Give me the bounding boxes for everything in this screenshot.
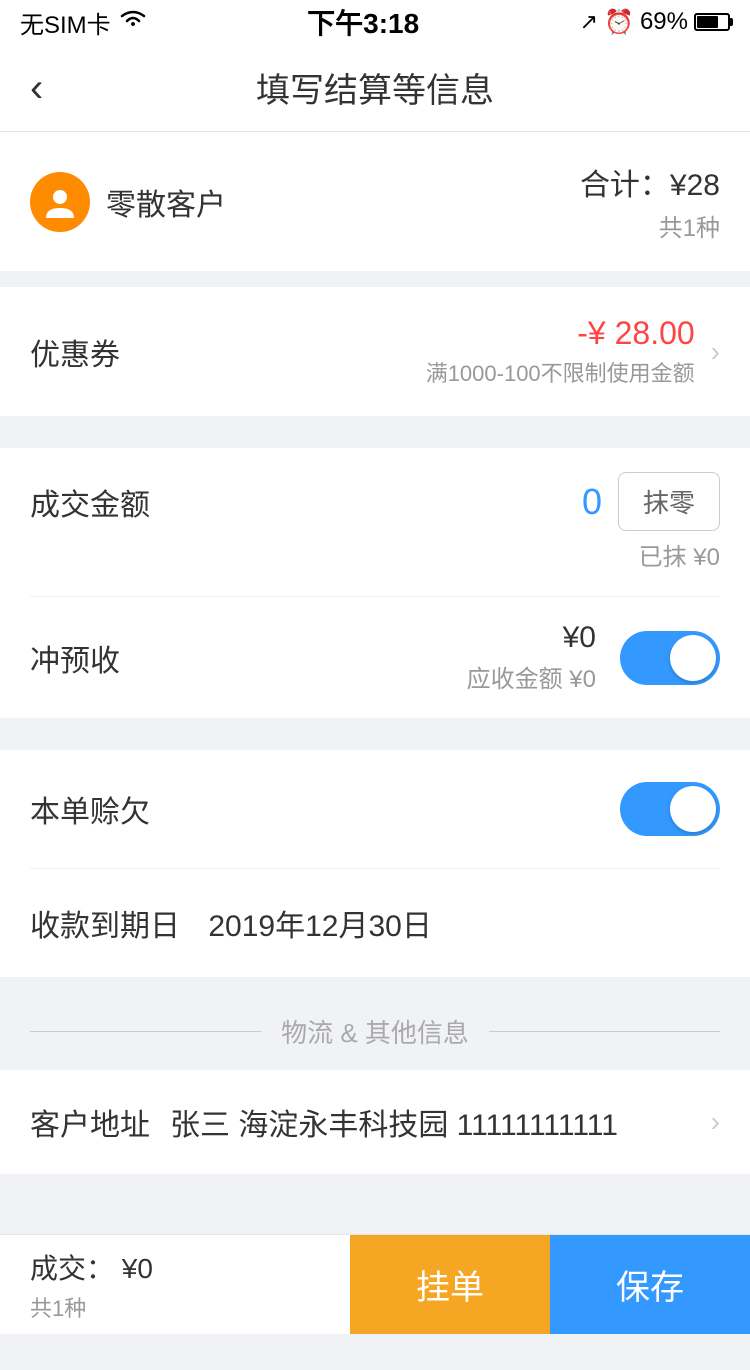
credit-label: 本单赊欠	[30, 787, 150, 831]
bottom-deal: 成交： ¥0	[30, 1247, 320, 1287]
credit-card: 本单赊欠 收款到期日 2019年12月30日	[0, 750, 750, 977]
customer-right: 合计：¥28 共1种	[580, 160, 720, 243]
battery-percent: 69%	[640, 8, 688, 36]
prepay-receivable: 应收金额 ¥0	[120, 659, 596, 694]
prepay-toggle[interactable]	[620, 631, 720, 685]
prepay-amount: ¥0	[120, 621, 596, 655]
logistics-line-left	[30, 1031, 261, 1032]
logistics-line-right	[489, 1031, 720, 1032]
total-amount: 合计：¥28	[580, 160, 720, 204]
credit-toggle-knob	[670, 786, 716, 832]
section-divider-2	[0, 734, 750, 750]
amount-top: 成交金额 0 抹零	[30, 472, 720, 531]
logistics-label: 物流 & 其他信息	[281, 1013, 469, 1050]
transaction-value[interactable]: 0	[582, 481, 602, 523]
due-date-label: 收款到期日	[30, 910, 180, 943]
address-row[interactable]: 客户地址 张三 海淀永丰科技园 11111111111 ›	[0, 1070, 750, 1174]
wifi-icon	[119, 8, 147, 37]
status-bar: 无SIM卡 下午3:18 ↗ ⏰ 69%	[0, 0, 750, 44]
status-left: 无SIM卡	[20, 5, 147, 40]
bottom-deal-amount: ¥0	[122, 1253, 153, 1284]
carrier-label: 无SIM卡	[20, 5, 111, 40]
transaction-label: 成交金额	[30, 480, 150, 524]
avatar	[30, 172, 90, 232]
coupon-right: -¥ 28.00 满1000-100不限制使用金额 ›	[426, 315, 720, 388]
due-date-value: 2019年12月30日	[208, 910, 431, 943]
save-button[interactable]: 保存	[550, 1235, 750, 1334]
alarm-icon: ⏰	[604, 8, 634, 37]
coupon-label: 优惠券	[30, 330, 120, 374]
back-button[interactable]: ‹	[30, 68, 43, 108]
hold-button[interactable]: 挂单	[350, 1235, 550, 1334]
coupon-amount: -¥ 28.00	[426, 315, 695, 352]
customer-name: 零散客户	[106, 180, 226, 224]
coupon-desc: 满1000-100不限制使用金额	[426, 356, 695, 388]
section-divider-1	[0, 432, 750, 448]
total-count: 共1种	[580, 208, 720, 243]
nav-bar: ‹ 填写结算等信息	[0, 44, 750, 132]
amount-sub: 已抹 ¥0	[30, 537, 720, 572]
logistics-section-divider: 物流 & 其他信息	[0, 993, 750, 1070]
round-off-button[interactable]: 抹零	[618, 472, 720, 531]
amount-controls: 0 抹零	[582, 472, 720, 531]
due-date-row: 收款到期日 2019年12月30日	[0, 869, 750, 977]
coupon-info: -¥ 28.00 满1000-100不限制使用金额	[426, 315, 695, 388]
address-label: 客户地址	[30, 1100, 150, 1144]
status-time: 下午3:18	[307, 2, 419, 42]
address-card[interactable]: 客户地址 张三 海淀永丰科技园 11111111111 ›	[0, 1070, 750, 1174]
coupon-row[interactable]: 优惠券 -¥ 28.00 满1000-100不限制使用金额 ›	[0, 287, 750, 416]
battery-icon	[694, 13, 730, 31]
bottom-count: 共1种	[30, 1291, 320, 1323]
prepay-label: 冲预收	[30, 636, 120, 680]
chevron-right-icon: ›	[711, 336, 720, 368]
bottom-info: 成交： ¥0 共1种	[0, 1247, 350, 1323]
coupon-card[interactable]: 优惠券 -¥ 28.00 满1000-100不限制使用金额 ›	[0, 287, 750, 416]
toggle-knob	[670, 635, 716, 681]
customer-card: 零散客户 合计：¥28 共1种	[0, 132, 750, 271]
customer-left: 零散客户	[30, 172, 226, 232]
credit-row: 本单赊欠	[0, 750, 750, 868]
page-title: 填写结算等信息	[256, 63, 494, 112]
credit-toggle[interactable]	[620, 782, 720, 836]
address-chevron-icon: ›	[711, 1106, 720, 1138]
bottom-bar: 成交： ¥0 共1种 挂单 保存	[0, 1234, 750, 1334]
prepay-row: 冲预收 ¥0 应收金额 ¥0	[0, 597, 750, 718]
transaction-card: 成交金额 0 抹零 已抹 ¥0 冲预收 ¥0 应收金额 ¥0	[0, 448, 750, 718]
prepay-center: ¥0 应收金额 ¥0	[120, 621, 620, 694]
bottom-deal-label: 成交：	[30, 1253, 114, 1284]
location-icon: ↗	[580, 9, 598, 35]
content: 零散客户 合计：¥28 共1种 优惠券 -¥ 28.00 满1000-100不限…	[0, 132, 750, 1370]
status-right: ↗ ⏰ 69%	[580, 8, 730, 37]
address-value: 张三 海淀永丰科技园 11111111111	[170, 1100, 691, 1144]
customer-row: 零散客户 合计：¥28 共1种	[0, 132, 750, 271]
transaction-amount-row: 成交金额 0 抹零 已抹 ¥0	[0, 448, 750, 596]
